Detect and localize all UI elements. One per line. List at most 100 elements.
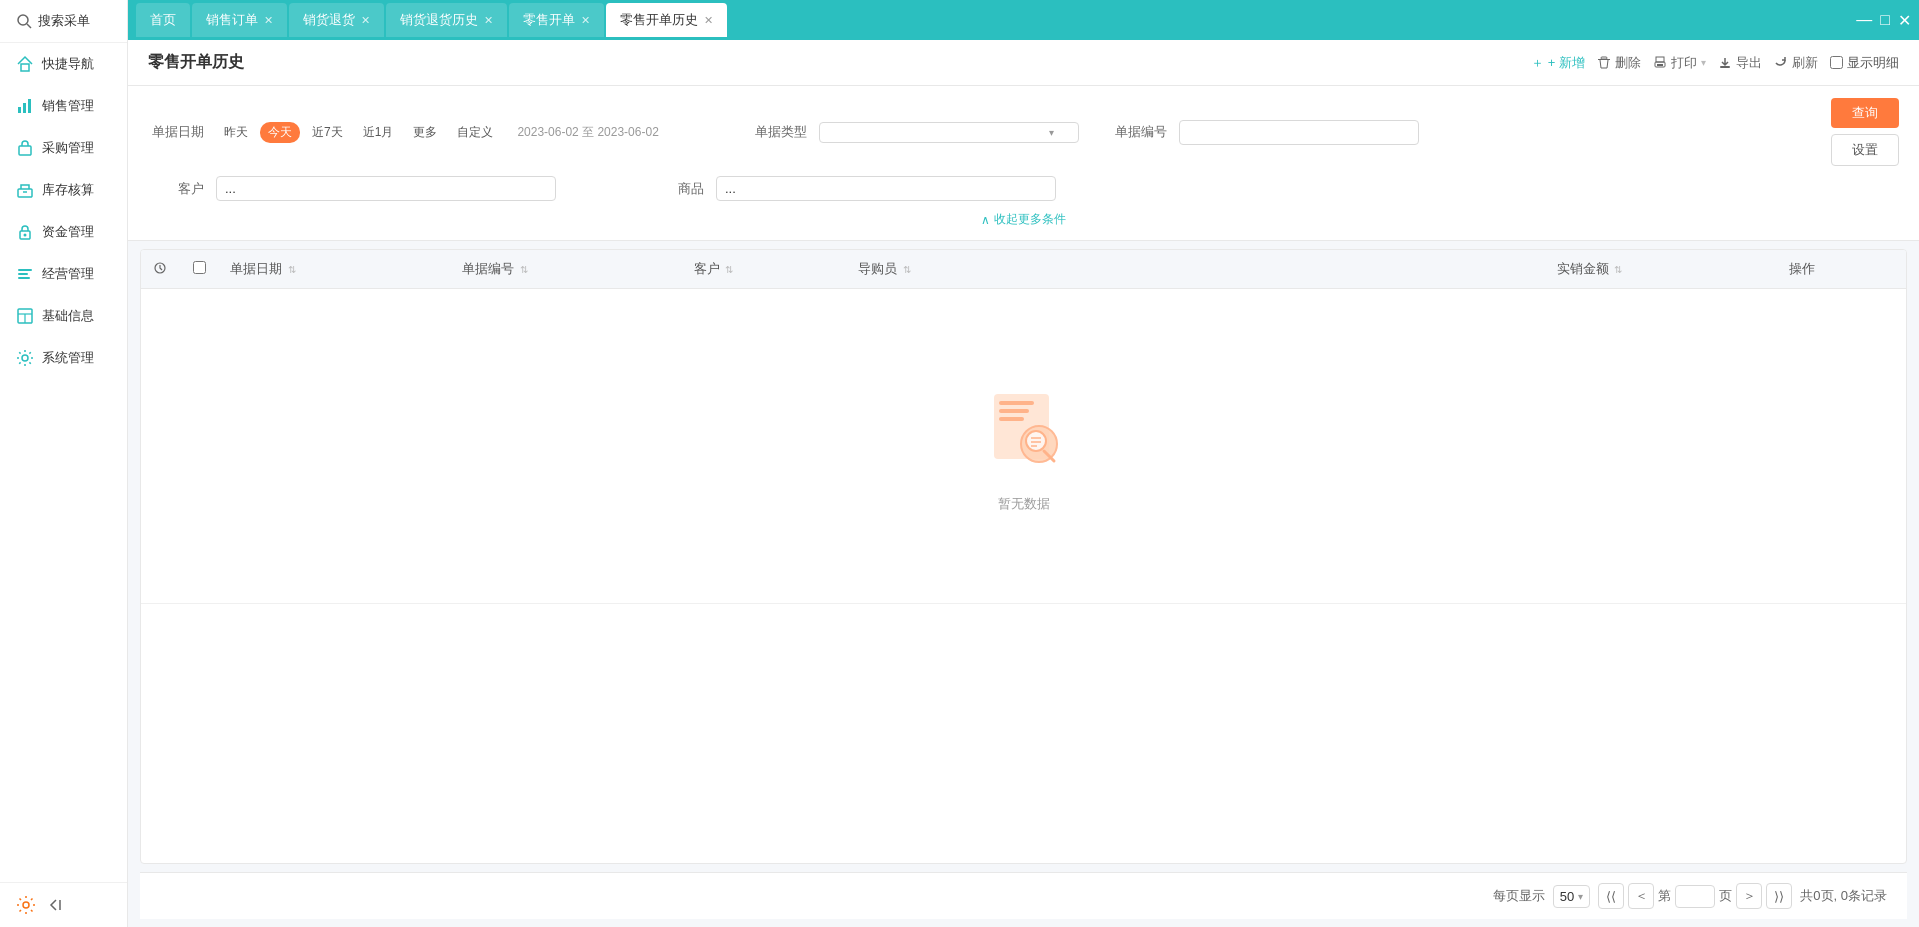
bar-icon — [16, 265, 34, 283]
collapse-sidebar-icon[interactable] — [44, 895, 64, 915]
empty-text: 暂无数据 — [998, 495, 1050, 513]
tab-sales-return[interactable]: 销货退货 ✕ — [289, 3, 384, 37]
sidebar-item-label: 基础信息 — [42, 307, 94, 325]
date-btn-more[interactable]: 更多 — [405, 122, 445, 143]
display-detail-checkbox[interactable] — [1830, 56, 1843, 69]
th-action: 操作 — [1777, 250, 1906, 289]
print-arrow-icon: ▾ — [1701, 57, 1706, 68]
add-button[interactable]: ＋ + 新增 — [1531, 54, 1585, 72]
tab-sales-return-history-close[interactable]: ✕ — [484, 14, 493, 27]
next-page-btn[interactable]: ＞ — [1736, 883, 1762, 909]
sidebar-item-label: 快捷导航 — [42, 55, 94, 73]
empty-state-cell: 暂无数据 — [141, 289, 1906, 604]
th-checkbox[interactable] — [181, 250, 218, 289]
sidebar-item-inventory[interactable]: 库存核算 — [0, 169, 127, 211]
tab-retail-open-close[interactable]: ✕ — [581, 14, 590, 27]
sort-icon-2: ⇅ — [520, 264, 528, 275]
th-doc-number[interactable]: 单据编号 ⇅ — [450, 250, 682, 289]
sidebar-item-sales-mgmt[interactable]: 销售管理 — [0, 85, 127, 127]
svg-rect-7 — [18, 189, 32, 197]
customer-select[interactable]: ... — [216, 176, 556, 201]
table-icon — [16, 307, 34, 325]
query-button[interactable]: 查询 — [1831, 98, 1899, 128]
collapse-btn[interactable]: ∧ 收起更多条件 — [148, 211, 1899, 228]
date-btn-yesterday[interactable]: 昨天 — [216, 122, 256, 143]
sidebar-item-operations[interactable]: 经营管理 — [0, 253, 127, 295]
page-number-input[interactable]: 1 — [1675, 885, 1715, 908]
delete-label: 删除 — [1615, 54, 1641, 72]
refresh-icon — [1774, 56, 1788, 70]
tab-sales-order-label: 销售订单 — [206, 11, 258, 29]
close-btn-window[interactable]: ✕ — [1898, 11, 1911, 30]
window-controls: — □ ✕ — [1856, 11, 1911, 30]
select-all-checkbox[interactable] — [193, 261, 206, 274]
settings-button[interactable]: 设置 — [1831, 134, 1899, 166]
sidebar: 搜索采单 快捷导航 销售管理 采购管理 库存核算 — [0, 0, 128, 927]
tab-sales-return-history[interactable]: 销货退货历史 ✕ — [386, 3, 507, 37]
collapse-label: 收起更多条件 — [994, 211, 1066, 228]
gear-icon — [16, 349, 34, 367]
export-icon — [1718, 56, 1732, 70]
export-button[interactable]: 导出 — [1718, 54, 1762, 72]
date-btn-7days[interactable]: 近7天 — [304, 122, 351, 143]
sidebar-item-label: 库存核算 — [42, 181, 94, 199]
th-spacer — [1045, 250, 1545, 289]
column-settings-icon[interactable] — [153, 261, 167, 275]
settings-bottom-icon[interactable] — [16, 895, 36, 915]
tab-sales-order[interactable]: 销售订单 ✕ — [192, 3, 287, 37]
customer-label: 客户 — [148, 180, 204, 198]
page-size-select[interactable]: 50 ▾ — [1553, 885, 1590, 908]
print-button[interactable]: 打印 ▾ — [1653, 54, 1706, 72]
minimize-btn[interactable]: — — [1856, 11, 1872, 29]
date-btn-today[interactable]: 今天 — [260, 122, 300, 143]
sidebar-item-label: 系统管理 — [42, 349, 94, 367]
refresh-label: 刷新 — [1792, 54, 1818, 72]
svg-rect-30 — [999, 417, 1024, 421]
th-amount[interactable]: 实销金额 ⇅ — [1545, 250, 1777, 289]
sidebar-item-purchase-mgmt[interactable]: 采购管理 — [0, 127, 127, 169]
tab-sales-return-history-label: 销货退货历史 — [400, 11, 478, 29]
svg-rect-5 — [28, 99, 31, 113]
refresh-button[interactable]: 刷新 — [1774, 54, 1818, 72]
search-label: 搜索采单 — [38, 12, 90, 30]
tab-sales-return-close[interactable]: ✕ — [361, 14, 370, 27]
pagination-bar: 每页显示 50 ▾ ⟨⟨ ＜ 第 1 页 ＞ ⟩⟩ 共0页, 0条记录 — [140, 872, 1907, 919]
tab-retail-open[interactable]: 零售开单 ✕ — [509, 3, 604, 37]
table-body: 暂无数据 — [141, 289, 1906, 604]
doc-number-input[interactable] — [1179, 120, 1419, 145]
th-customer[interactable]: 客户 ⇅ — [682, 250, 847, 289]
first-page-btn[interactable]: ⟨⟨ — [1598, 883, 1624, 909]
th-guide[interactable]: 导购员 ⇅ — [846, 250, 1044, 289]
sidebar-item-label: 采购管理 — [42, 139, 94, 157]
display-detail-checkbox-label[interactable]: 显示明细 — [1830, 54, 1899, 72]
tab-home[interactable]: 首页 — [136, 3, 190, 37]
last-page-btn[interactable]: ⟩⟩ — [1766, 883, 1792, 909]
tab-sales-return-label: 销货退货 — [303, 11, 355, 29]
sidebar-item-quick-nav[interactable]: 快捷导航 — [0, 43, 127, 85]
maximize-btn[interactable]: □ — [1880, 11, 1890, 29]
sidebar-item-finance[interactable]: 资金管理 — [0, 211, 127, 253]
sidebar-item-label: 销售管理 — [42, 97, 94, 115]
tab-sales-order-close[interactable]: ✕ — [264, 14, 273, 27]
box-icon — [16, 181, 34, 199]
page-label: 页 — [1719, 887, 1732, 905]
goods-select[interactable]: ... — [716, 176, 1056, 201]
search-icon — [16, 13, 32, 29]
sidebar-item-sys-mgmt[interactable]: 系统管理 — [0, 337, 127, 379]
svg-rect-29 — [999, 409, 1029, 413]
th-doc-date[interactable]: 单据日期 ⇅ — [218, 250, 450, 289]
tab-retail-history-close[interactable]: ✕ — [704, 14, 713, 27]
tab-retail-history[interactable]: 零售开单历史 ✕ — [606, 3, 727, 37]
doc-type-select[interactable]: ▾ — [819, 122, 1079, 143]
total-info: 共0页, 0条记录 — [1800, 887, 1887, 905]
svg-rect-28 — [999, 401, 1034, 405]
th-settings[interactable] — [141, 250, 181, 289]
trash-icon — [1597, 56, 1611, 70]
delete-button[interactable]: 删除 — [1597, 54, 1641, 72]
prev-page-btn[interactable]: ＜ — [1628, 883, 1654, 909]
svg-rect-24 — [1657, 64, 1663, 66]
date-btn-1month[interactable]: 近1月 — [355, 122, 402, 143]
sidebar-search[interactable]: 搜索采单 — [0, 0, 127, 43]
date-btn-custom[interactable]: 自定义 — [449, 122, 501, 143]
sidebar-item-basic-info[interactable]: 基础信息 — [0, 295, 127, 337]
